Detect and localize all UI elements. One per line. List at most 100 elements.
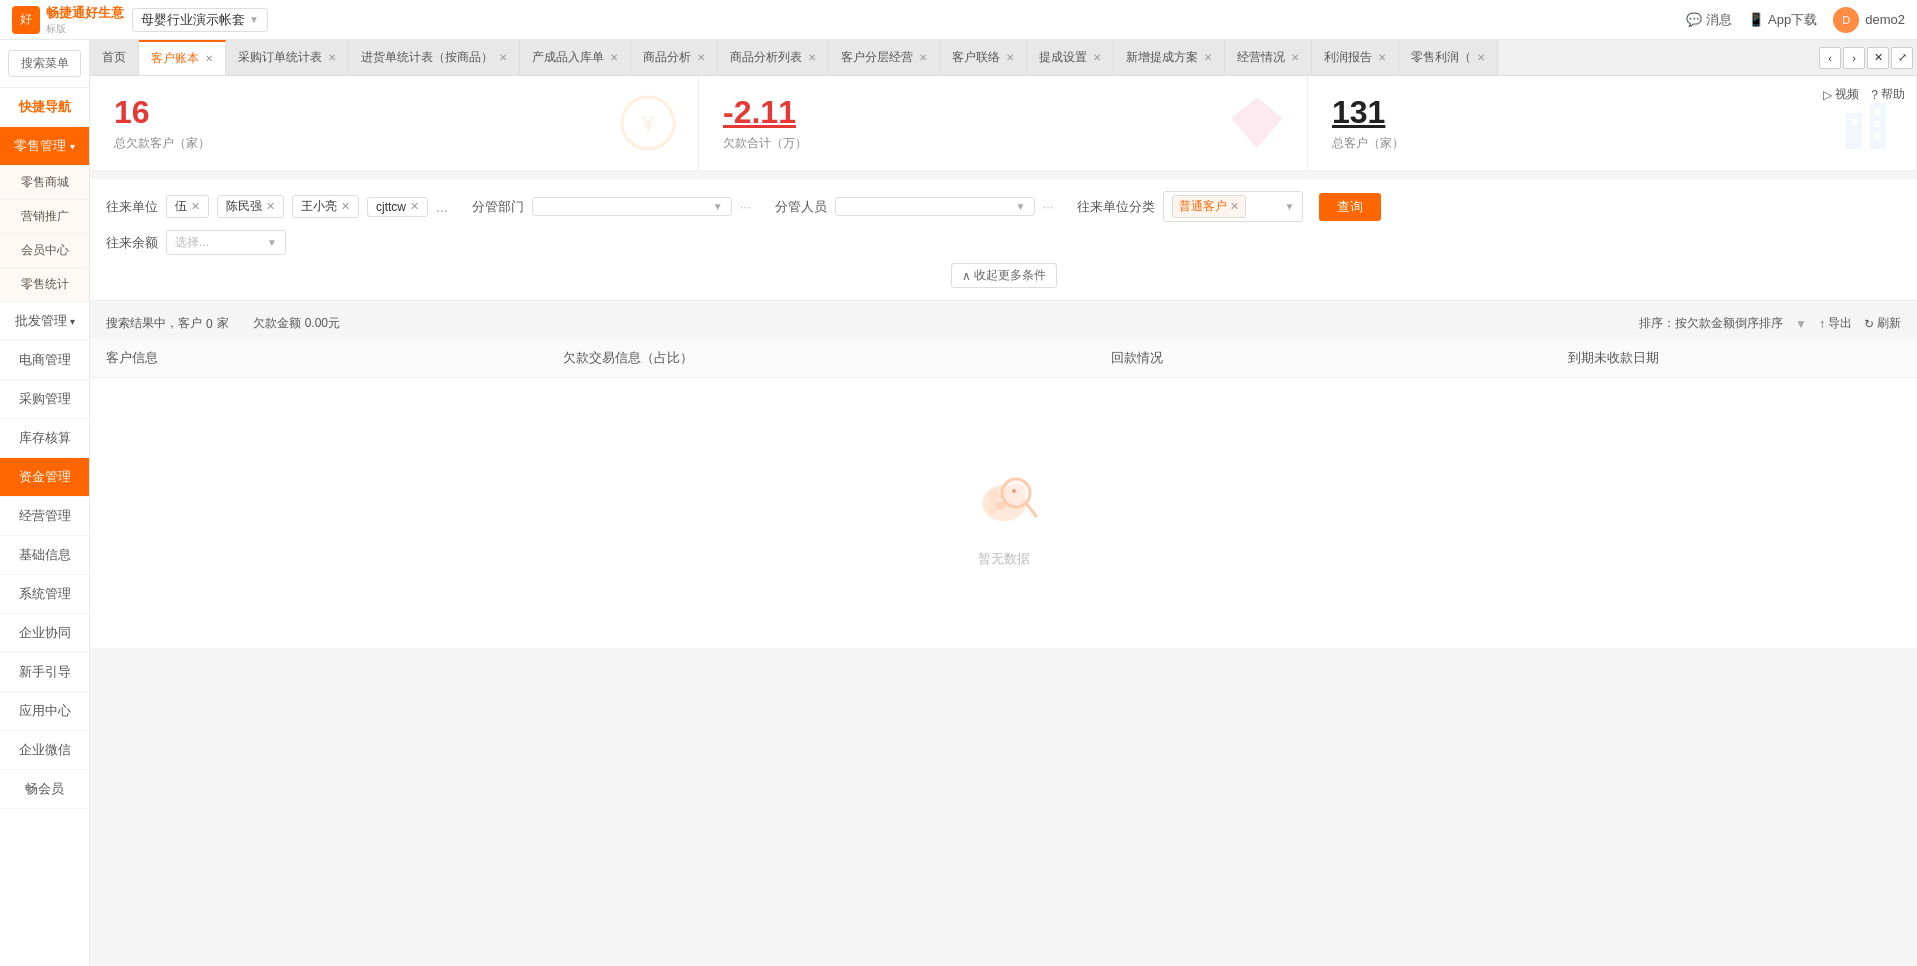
- query-button[interactable]: 查询: [1319, 193, 1381, 221]
- stat-debt-customers-value: 16: [114, 94, 210, 131]
- svg-rect-6: [1874, 109, 1880, 115]
- tab-close-new-commission[interactable]: ✕: [1204, 52, 1212, 63]
- tab-close-profit[interactable]: ✕: [1378, 52, 1386, 63]
- message-link[interactable]: 💬 消息: [1686, 11, 1732, 29]
- company-tag-wang[interactable]: 王小亮 ✕: [292, 195, 359, 218]
- collapse-icon: ∧: [962, 269, 971, 283]
- sidebar-item-system[interactable]: 系统管理: [0, 575, 89, 614]
- tab-close-product-analysis[interactable]: ✕: [697, 52, 705, 63]
- sidebar-item-ecommerce[interactable]: 电商管理: [0, 341, 89, 380]
- sidebar-item-retail-mall[interactable]: 零售商城: [0, 166, 89, 200]
- tab-inbound-stats[interactable]: 进货单统计表（按商品） ✕: [349, 40, 520, 75]
- tab-new-commission[interactable]: 新增提成方案 ✕: [1114, 40, 1225, 75]
- company-tag-chen-close[interactable]: ✕: [266, 200, 275, 213]
- company-tag-cjttcw[interactable]: cjttcw ✕: [367, 197, 428, 217]
- tab-scroll-left-button[interactable]: ‹: [1819, 47, 1841, 69]
- tab-profit-report[interactable]: 利润报告 ✕: [1312, 40, 1399, 75]
- sidebar-item-retail[interactable]: 零售管理 ▾: [0, 127, 89, 166]
- company-tag-wang-close[interactable]: ✕: [341, 200, 350, 213]
- tab-close-purchase-order[interactable]: ✕: [328, 52, 336, 63]
- sidebar-item-wholesale[interactable]: 批发管理 ▾: [0, 302, 89, 341]
- person-more-icon[interactable]: ···: [1043, 199, 1054, 214]
- svg-point-15: [988, 502, 996, 514]
- tab-close-product-list[interactable]: ✕: [808, 52, 816, 63]
- sidebar-search-area: 搜索菜单: [0, 40, 89, 88]
- page-content: ¥ 16 总欠款客户（家） -2.11 欠款合计（万）: [90, 76, 1917, 966]
- company-filter-more[interactable]: ...: [436, 199, 448, 215]
- user-profile[interactable]: D demo2: [1833, 7, 1905, 33]
- video-link[interactable]: ▷ 视频: [1823, 86, 1859, 103]
- search-menu-button[interactable]: 搜索菜单: [8, 50, 81, 77]
- tab-close-customer-segment[interactable]: ✕: [919, 52, 927, 63]
- table-head: 客户信息 欠款交易信息（占比） 回款情况 到期未收款日期: [90, 339, 1917, 378]
- company-tag-wu[interactable]: 伍 ✕: [166, 195, 209, 218]
- sidebar-item-guide[interactable]: 新手引导: [0, 653, 89, 692]
- tab-close-retail-profit[interactable]: ✕: [1477, 52, 1485, 63]
- person-filter-dropdown[interactable]: ▼: [835, 197, 1035, 216]
- company-tag-wu-close[interactable]: ✕: [191, 200, 200, 213]
- stat-debt-customers: ¥ 16 总欠款客户（家）: [90, 76, 699, 170]
- tab-home[interactable]: 首页: [90, 40, 139, 75]
- stat-total-debt: -2.11 欠款合计（万）: [699, 76, 1308, 170]
- tab-operations[interactable]: 经营情况 ✕: [1225, 40, 1312, 75]
- category-tag-close[interactable]: ✕: [1230, 200, 1239, 213]
- dept-filter-label: 分管部门: [472, 198, 524, 216]
- stat-1-text: 16 总欠款客户（家）: [114, 94, 210, 152]
- sidebar-item-wechat[interactable]: 企业微信: [0, 731, 89, 770]
- sidebar-item-member-center[interactable]: 会员中心: [0, 234, 89, 268]
- tab-product-analysis[interactable]: 商品分析 ✕: [631, 40, 718, 75]
- sidebar-item-retail-stats[interactable]: 零售统计: [0, 268, 89, 302]
- video-icon: ▷: [1823, 88, 1832, 102]
- app-download-link[interactable]: 📱 App下载: [1748, 11, 1817, 29]
- content-area: 首页 客户账本 ✕ 采购订单统计表 ✕ 进货单统计表（按商品） ✕ 产成品入库单…: [90, 40, 1917, 966]
- tab-customer-ledger[interactable]: 客户账本 ✕: [139, 40, 226, 75]
- empty-state-row: 暂无数据: [90, 378, 1917, 649]
- sidebar-item-basic-info[interactable]: 基础信息: [0, 536, 89, 575]
- sidebar-item-operations[interactable]: 经营管理: [0, 497, 89, 536]
- dept-filter-dropdown[interactable]: ▼: [532, 197, 732, 216]
- tab-close-operations[interactable]: ✕: [1291, 52, 1299, 63]
- sidebar-item-finance[interactable]: 资金管理: [0, 458, 89, 497]
- svg-text:¥: ¥: [641, 111, 655, 136]
- category-filter-dropdown[interactable]: 普通客户 ✕ ▼: [1163, 191, 1303, 222]
- stat-icon-diamond: [1227, 93, 1287, 153]
- empty-state-icon: [964, 458, 1044, 538]
- tab-close-commission[interactable]: ✕: [1093, 52, 1101, 63]
- company-tag-cjttcw-close[interactable]: ✕: [410, 200, 419, 213]
- store-selector[interactable]: 母婴行业演示帐套 ▼: [132, 8, 268, 32]
- svg-point-14: [989, 489, 999, 503]
- tab-retail-profit[interactable]: 零售利润（ ✕: [1399, 40, 1498, 75]
- stat-total-debt-label: 欠款合计（万）: [723, 135, 807, 152]
- collapse-button[interactable]: ∧ 收起更多条件: [951, 263, 1057, 288]
- export-button[interactable]: ↑ 导出: [1819, 315, 1852, 332]
- tab-scroll-right-button[interactable]: ›: [1843, 47, 1865, 69]
- sidebar-item-purchase[interactable]: 采购管理: [0, 380, 89, 419]
- tab-purchase-order-stats[interactable]: 采购订单统计表 ✕: [226, 40, 349, 75]
- sidebar-item-app-center[interactable]: 应用中心: [0, 692, 89, 731]
- refresh-button[interactable]: ↻ 刷新: [1864, 315, 1901, 332]
- help-link[interactable]: ? 帮助: [1871, 86, 1905, 103]
- tab-product-analysis-list[interactable]: 商品分析列表 ✕: [718, 40, 829, 75]
- balance-filter-dropdown[interactable]: 选择... ▼: [166, 230, 286, 255]
- tab-commission-settings[interactable]: 提成设置 ✕: [1027, 40, 1114, 75]
- tab-close-customer-contact[interactable]: ✕: [1006, 52, 1014, 63]
- svg-rect-3: [1846, 113, 1862, 149]
- dept-more-icon[interactable]: ···: [740, 199, 751, 214]
- tab-close-product-inbound[interactable]: ✕: [610, 52, 618, 63]
- sidebar-item-marketing[interactable]: 营销推广: [0, 200, 89, 234]
- tab-customer-contact[interactable]: 客户联络 ✕: [940, 40, 1027, 75]
- sidebar-item-quick-nav[interactable]: 快捷导航: [0, 88, 89, 127]
- sidebar-item-chang-member[interactable]: 畅会员: [0, 770, 89, 809]
- tab-bar-actions: ‹ › ✕ ⤢: [1815, 47, 1917, 69]
- tab-close-all-button[interactable]: ✕: [1867, 47, 1889, 69]
- tab-close-customer-ledger[interactable]: ✕: [205, 53, 213, 64]
- tab-close-inbound[interactable]: ✕: [499, 52, 507, 63]
- category-tag[interactable]: 普通客户 ✕: [1172, 195, 1246, 218]
- svg-line-12: [1026, 503, 1036, 516]
- sidebar-item-enterprise[interactable]: 企业协同: [0, 614, 89, 653]
- sidebar-item-inventory[interactable]: 库存核算: [0, 419, 89, 458]
- tab-product-inbound[interactable]: 产成品入库单 ✕: [520, 40, 631, 75]
- company-tag-chen[interactable]: 陈民强 ✕: [217, 195, 284, 218]
- tab-customer-segment[interactable]: 客户分层经营 ✕: [829, 40, 940, 75]
- tab-expand-button[interactable]: ⤢: [1891, 47, 1913, 69]
